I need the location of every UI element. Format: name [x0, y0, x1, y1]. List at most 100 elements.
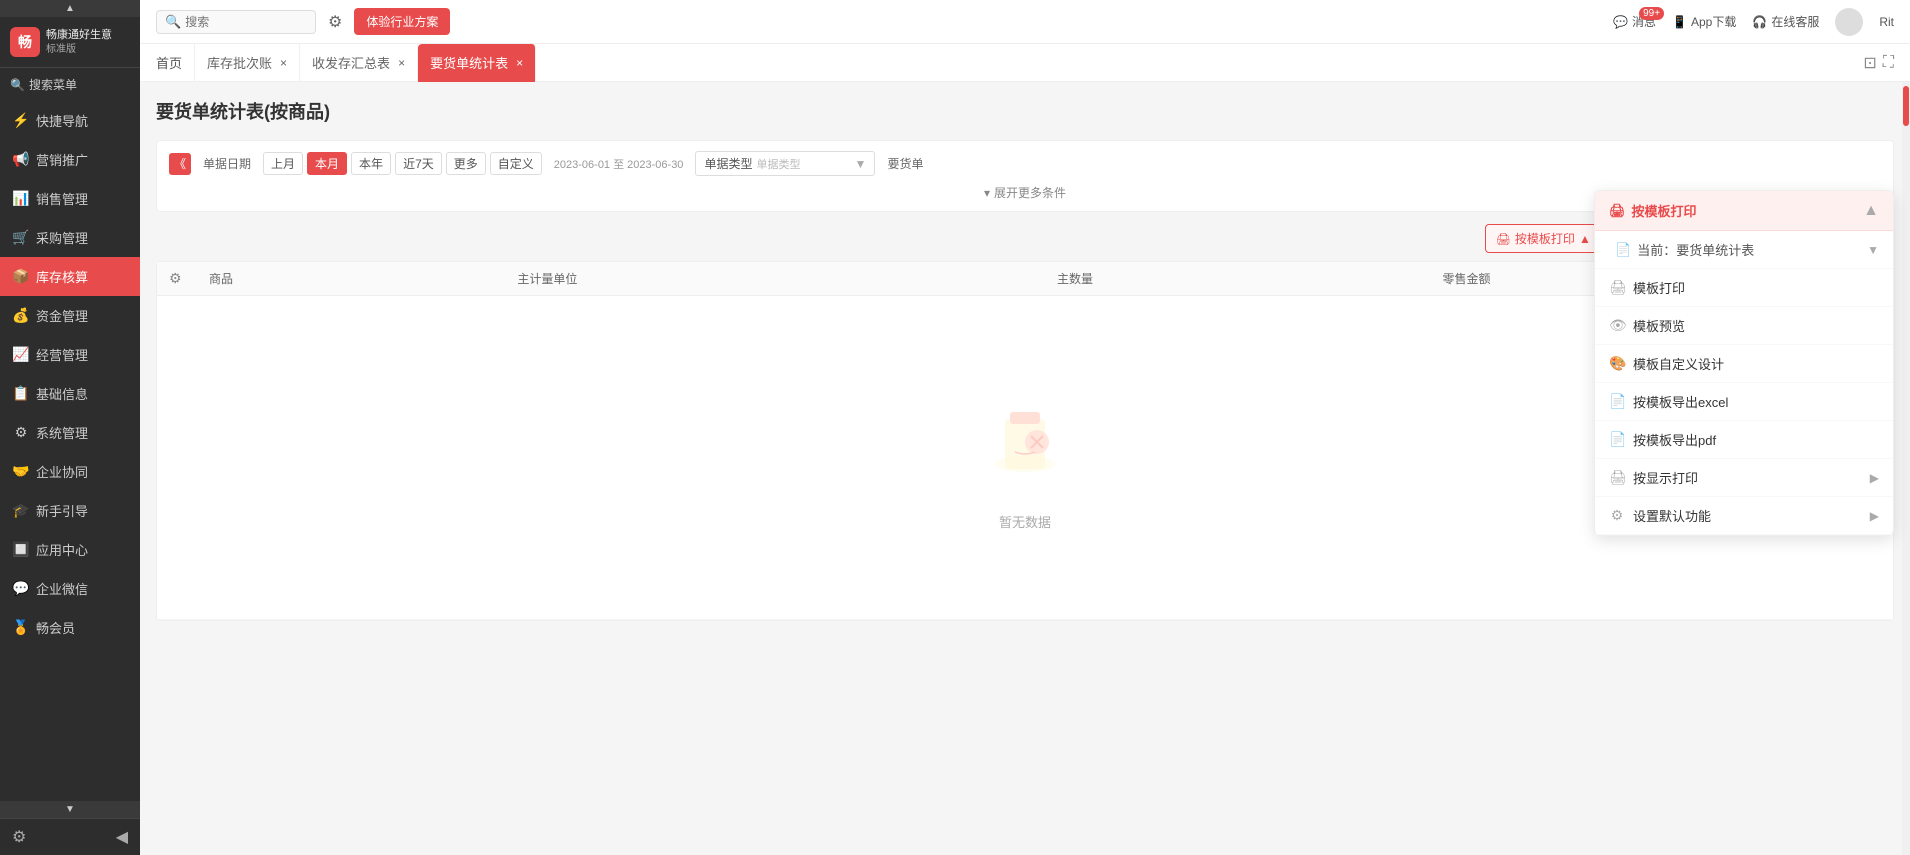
template-preview-icon: 👁 — [1609, 317, 1625, 334]
tab-close-order-stats[interactable]: × — [516, 56, 523, 70]
tab-home[interactable]: 首页 — [156, 44, 195, 82]
sidebar-item-finance[interactable]: 💰 资金管理 — [0, 296, 140, 335]
enterprise-icon: 🤝 — [12, 463, 30, 480]
sidebar-item-operations[interactable]: 📈 经营管理 — [0, 335, 140, 374]
goods-type-label: 要货单 — [887, 155, 923, 172]
app-name: 畅康通好生意 标准版 — [46, 28, 112, 55]
topbar-search-icon: 🔍 — [165, 14, 181, 30]
dropdown-close-icon[interactable]: ▲ — [1863, 202, 1879, 220]
empty-illustration — [975, 384, 1075, 500]
dropdown-item-default-setting[interactable]: ⚙ 设置默认功能 ▶ — [1595, 497, 1893, 535]
dropdown-item-template-pdf[interactable]: 📄 按模板导出pdf — [1595, 421, 1893, 459]
wechat-icon: 💬 — [12, 580, 30, 597]
settings-icon[interactable]: ⚙ — [12, 827, 26, 847]
print-btn[interactable]: 🖨 按模板打印 ▲ — [1485, 224, 1602, 253]
empty-text-label: 暂无数据 — [999, 512, 1051, 531]
topbar-right: 💬 消息 99+ 📱 App下载 🎧 在线客服 Rit — [1613, 8, 1894, 36]
inventory-icon: 📦 — [12, 268, 30, 285]
date-btn-last-month[interactable]: 上月 — [263, 152, 303, 175]
sidebar-footer: ⚙ ◀ — [0, 818, 140, 855]
sidebar: ▲ 畅 畅康通好生意 标准版 🔍 搜索菜单 ⚡ 快捷导航 📢 营销推广 📊 销售… — [0, 0, 140, 855]
sidebar-item-inventory[interactable]: 📦 库存核算 — [0, 257, 140, 296]
dropdown-current-template[interactable]: 📄 当前：要货单统计表 ▼ — [1595, 231, 1893, 269]
date-btn-this-year[interactable]: 本年 — [351, 152, 391, 175]
vertical-scrollbar[interactable] — [1902, 82, 1910, 855]
quick-nav-icon: ⚡ — [12, 112, 30, 129]
sidebar-item-quick-nav[interactable]: ⚡ 快捷导航 — [0, 101, 140, 140]
tab-close-inventory-batch[interactable]: × — [280, 56, 287, 70]
template-pdf-icon: 📄 — [1609, 431, 1625, 448]
date-btn-custom[interactable]: 自定义 — [490, 152, 542, 175]
dropdown-item-template-custom[interactable]: 🎨 模板自定义设计 — [1595, 345, 1893, 383]
sidebar-item-system[interactable]: ⚙ 系统管理 — [0, 413, 140, 452]
template-print-icon: 🖨 — [1609, 279, 1625, 296]
display-print-icon: 🖨 — [1609, 469, 1625, 486]
expand-icon: ▾ — [984, 186, 990, 200]
page-content: 要货单统计表(按商品) 《 单据日期 上月 本月 本年 近7天 更多 自定义 2… — [140, 82, 1910, 855]
col-goods: 商品 — [197, 262, 505, 296]
current-template-icon: 📄 — [1615, 242, 1631, 258]
print-icon: 🖨 — [1496, 232, 1511, 246]
tab-fullscreen-icon[interactable]: ⛶ — [1883, 54, 1894, 72]
tabs-bar: 首页 库存批次账 × 收发存汇总表 × 要货单统计表 × ⊡ ⛶ — [140, 44, 1910, 82]
dropdown-header-left: 🖨 按模板打印 — [1609, 201, 1697, 220]
date-btn-this-month[interactable]: 本月 — [307, 152, 347, 175]
trial-btn[interactable]: 体验行业方案 — [354, 8, 450, 35]
print-dropdown-arrow: ▲ — [1579, 232, 1591, 246]
sidebar-scroll-down[interactable]: ▼ — [0, 801, 140, 818]
user-avatar[interactable] — [1835, 8, 1863, 36]
dropdown-item-display-print[interactable]: 🖨 按显示打印 ▶ — [1595, 459, 1893, 497]
dropdown-item-template-preview[interactable]: 👁 模板预览 — [1595, 307, 1893, 345]
app-download-btn[interactable]: 📱 App下载 — [1672, 13, 1736, 30]
date-btn-more[interactable]: 更多 — [446, 152, 486, 175]
dropdown-item-template-excel[interactable]: 📄 按模板导出excel — [1595, 383, 1893, 421]
marketing-icon: 📢 — [12, 151, 30, 168]
table-column-settings-icon[interactable]: ⚙ — [169, 270, 182, 286]
app-logo-icon: 畅 — [10, 27, 40, 57]
sidebar-item-marketing[interactable]: 📢 营销推广 — [0, 140, 140, 179]
sidebar-nav: ⚡ 快捷导航 📢 营销推广 📊 销售管理 🛒 采购管理 📦 库存核算 💰 资金管… — [0, 101, 140, 801]
tab-expand-icon[interactable]: ⊡ — [1863, 53, 1876, 73]
print-header-icon: 🖨 — [1609, 203, 1626, 219]
topbar-search-box[interactable]: 🔍 — [156, 10, 316, 34]
sales-icon: 📊 — [12, 190, 30, 207]
sidebar-search[interactable]: 🔍 搜索菜单 — [0, 68, 140, 101]
collapse-icon[interactable]: ◀ — [116, 827, 128, 847]
sidebar-item-basic[interactable]: 📋 基础信息 — [0, 374, 140, 413]
display-print-arrow: ▶ — [1870, 471, 1879, 485]
sidebar-item-purchase[interactable]: 🛒 采购管理 — [0, 218, 140, 257]
settings-gear-icon[interactable]: ⚙ — [328, 12, 342, 32]
topbar-search-input[interactable] — [185, 15, 307, 29]
empty-svg — [975, 384, 1075, 484]
tab-order-stats[interactable]: 要货单统计表 × — [418, 44, 536, 82]
date-range-label: 2023-06-01 至 2023-06-30 — [554, 156, 684, 172]
default-setting-icon: ⚙ — [1609, 507, 1625, 524]
filter-collapse-btn[interactable]: 《 — [169, 153, 191, 175]
sidebar-item-sales[interactable]: 📊 销售管理 — [0, 179, 140, 218]
message-badge: 99+ — [1639, 7, 1664, 20]
dropdown-arrow-icon: ▼ — [855, 157, 867, 171]
sidebar-item-enterprise[interactable]: 🤝 企业协同 — [0, 452, 140, 491]
tab-receipt-summary[interactable]: 收发存汇总表 × — [300, 44, 418, 82]
order-type-select[interactable]: 单据类型 单据类型 ▼ — [695, 151, 875, 176]
headset-icon: 🎧 — [1752, 15, 1767, 29]
topbar: 🔍 ⚙ 体验行业方案 💬 消息 99+ 📱 App下载 🎧 在线客服 Rit — [140, 0, 1910, 44]
dropdown-item-template-print[interactable]: 🖨 模板打印 — [1595, 269, 1893, 307]
online-service-btn[interactable]: 🎧 在线客服 — [1752, 13, 1819, 30]
sidebar-item-member[interactable]: 🏅 畅会员 — [0, 608, 140, 647]
sidebar-item-wechat[interactable]: 💬 企业微信 — [0, 569, 140, 608]
tab-inventory-batch[interactable]: 库存批次账 × — [195, 44, 300, 82]
apps-icon: 🔲 — [12, 541, 30, 558]
operations-icon: 📈 — [12, 346, 30, 363]
finance-icon: 💰 — [12, 307, 30, 324]
message-btn[interactable]: 💬 消息 99+ — [1613, 13, 1656, 30]
print-dropdown-panel: 🖨 按模板打印 ▲ 📄 当前：要货单统计表 ▼ 🖨 模板打印 👁 模板预览 — [1594, 190, 1894, 536]
purchase-icon: 🛒 — [12, 229, 30, 246]
sidebar-scroll-up[interactable]: ▲ — [0, 0, 140, 17]
tab-close-receipt-summary[interactable]: × — [398, 56, 405, 70]
sidebar-item-apps[interactable]: 🔲 应用中心 — [0, 530, 140, 569]
current-template-arrow: ▼ — [1867, 243, 1879, 257]
sidebar-item-guide[interactable]: 🎓 新手引导 — [0, 491, 140, 530]
date-btn-7days[interactable]: 近7天 — [395, 152, 442, 175]
main-area: 🔍 ⚙ 体验行业方案 💬 消息 99+ 📱 App下载 🎧 在线客服 Rit — [140, 0, 1910, 855]
